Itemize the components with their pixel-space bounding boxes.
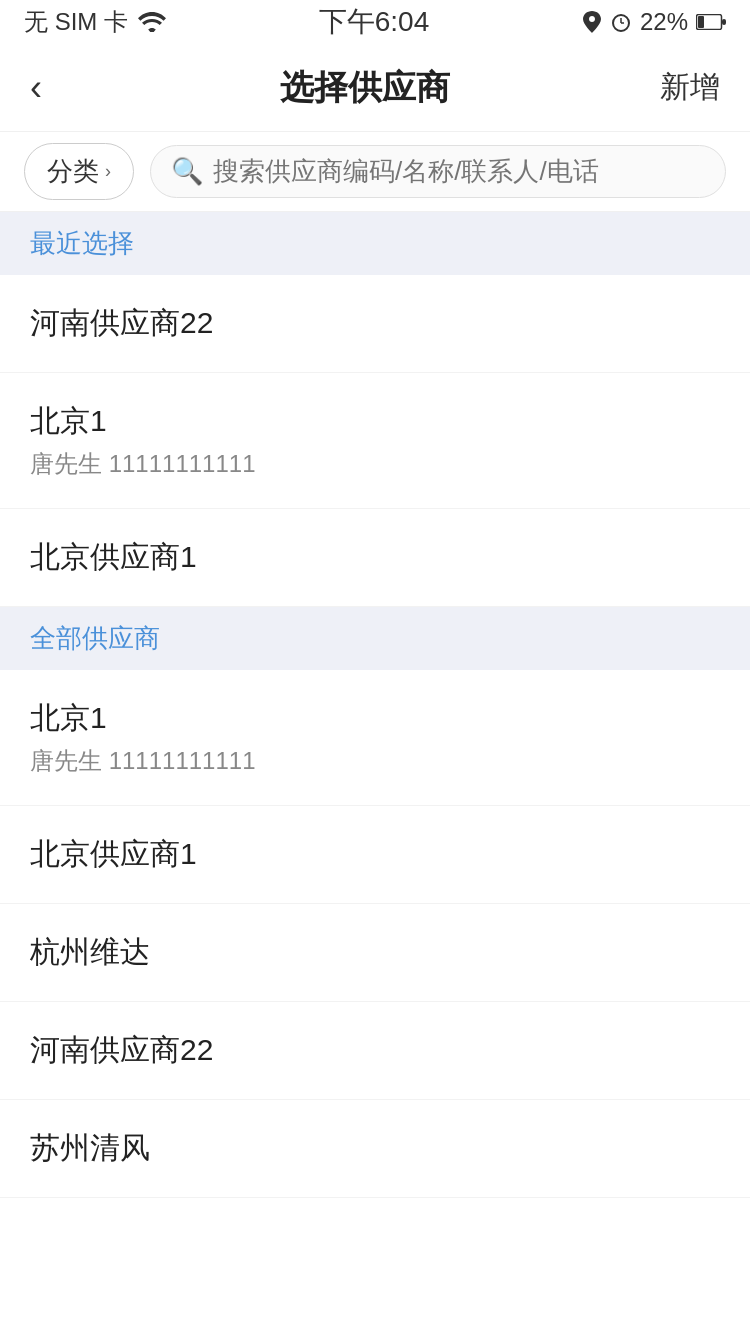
supplier-name: 杭州维达 (30, 932, 720, 973)
search-icon: 🔍 (171, 156, 203, 187)
location-icon (582, 11, 602, 33)
status-bar: 无 SIM 卡 下午6:04 22% (0, 0, 750, 44)
status-right: 22% (582, 8, 726, 36)
list-item[interactable]: 杭州维达 (0, 904, 750, 1002)
battery-level: 22% (640, 8, 688, 36)
supplier-name: 北京供应商1 (30, 834, 720, 875)
page-title: 选择供应商 (280, 65, 450, 111)
svg-rect-4 (698, 16, 704, 28)
supplier-name: 河南供应商22 (30, 303, 720, 344)
battery-icon (696, 14, 726, 30)
section-header-0: 最近选择 (0, 212, 750, 275)
supplier-name: 河南供应商22 (30, 1030, 720, 1071)
list-item[interactable]: 北京1 唐先生 11111111111 (0, 670, 750, 806)
list-item[interactable]: 苏州清风 (0, 1100, 750, 1198)
status-left: 无 SIM 卡 (24, 6, 166, 38)
wifi-icon (138, 12, 166, 32)
supplier-sub: 唐先生 11111111111 (30, 448, 720, 480)
alarm-icon (610, 11, 632, 33)
back-button[interactable]: ‹ (30, 67, 90, 109)
supplier-list: 最近选择河南供应商22 北京1 唐先生 11111111111 北京供应商1 全部供应商… (0, 212, 750, 1198)
list-item[interactable]: 北京1 唐先生 11111111111 (0, 373, 750, 509)
supplier-name: 苏州清风 (30, 1128, 720, 1169)
svg-rect-5 (722, 19, 726, 25)
chevron-right-icon: › (105, 161, 111, 182)
supplier-name: 北京供应商1 (30, 537, 720, 578)
search-input[interactable] (213, 156, 705, 187)
category-button[interactable]: 分类 › (24, 143, 134, 200)
supplier-sub: 唐先生 11111111111 (30, 745, 720, 777)
list-item[interactable]: 北京供应商1 (0, 806, 750, 904)
section-header-1: 全部供应商 (0, 607, 750, 670)
supplier-name: 北京1 (30, 401, 720, 442)
add-button[interactable]: 新增 (640, 67, 720, 108)
list-item[interactable]: 河南供应商22 (0, 1002, 750, 1100)
nav-bar: ‹ 选择供应商 新增 (0, 44, 750, 132)
filter-bar: 分类 › 🔍 (0, 132, 750, 212)
category-label: 分类 (47, 154, 99, 189)
list-item[interactable]: 河南供应商22 (0, 275, 750, 373)
list-item[interactable]: 北京供应商1 (0, 509, 750, 607)
search-box: 🔍 (150, 145, 726, 198)
status-time: 下午6:04 (319, 3, 430, 41)
supplier-name: 北京1 (30, 698, 720, 739)
no-sim-label: 无 SIM 卡 (24, 6, 128, 38)
